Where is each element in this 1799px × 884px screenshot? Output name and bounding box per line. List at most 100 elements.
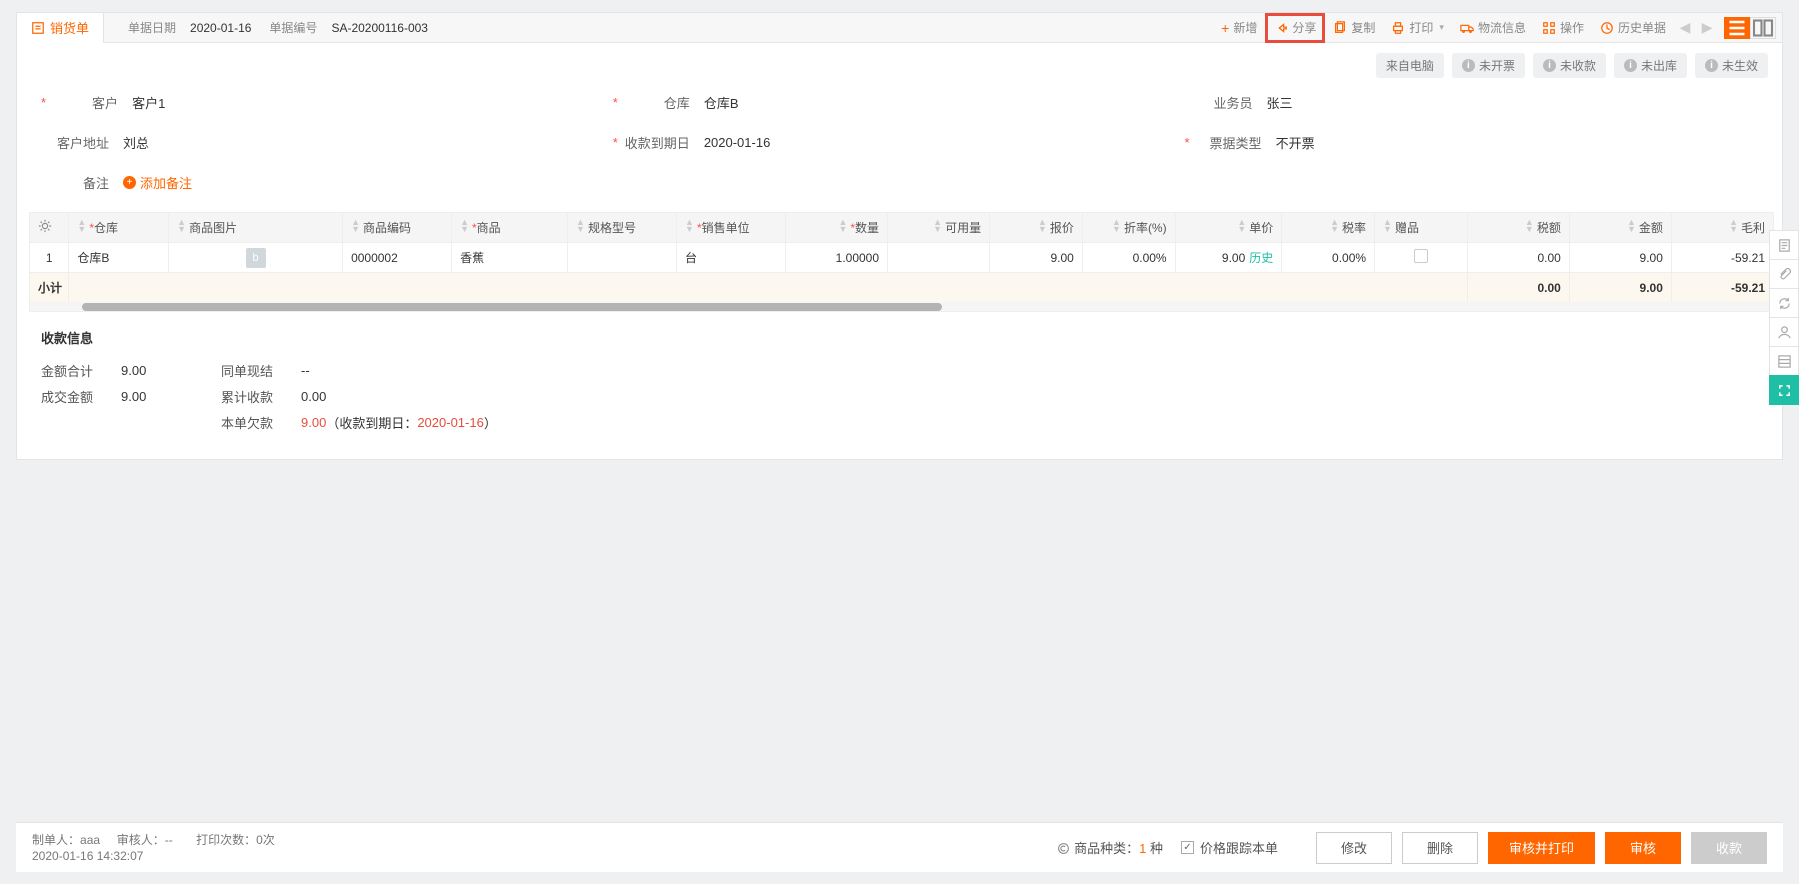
cell-amount[interactable]: 9.00 <box>1569 243 1671 273</box>
rail-user[interactable] <box>1769 317 1799 347</box>
cell-image[interactable]: b <box>169 243 343 273</box>
truck-icon <box>1460 21 1474 35</box>
row-index: 1 <box>30 243 69 273</box>
price-history-link[interactable]: 历史 <box>1249 251 1273 265</box>
rail-attach[interactable] <box>1769 259 1799 289</box>
print-button[interactable]: 打印 ▾ <box>1383 13 1452 43</box>
status-no-out: i未出库 <box>1614 53 1687 78</box>
view-card[interactable] <box>1750 17 1776 39</box>
history-button[interactable]: 历史单据 <box>1592 13 1674 43</box>
deal-amount: 成交金额9.00 <box>41 383 221 409</box>
refresh-icon <box>1777 296 1792 311</box>
doc-date: 2020-01-16 <box>190 21 251 35</box>
delete-button[interactable]: 删除 <box>1402 832 1478 864</box>
copy-button[interactable]: 复制 <box>1325 13 1383 43</box>
cell-taxamt[interactable]: 0.00 <box>1467 243 1569 273</box>
doc-no-label: 单据编号 <box>269 19 317 36</box>
top-actions: + 新增 分享 复制 打印 ▾ 物流信息 操作 <box>1213 13 1782 43</box>
prev-doc[interactable]: ◀ <box>1674 19 1696 36</box>
add-button[interactable]: + 新增 <box>1213 13 1265 43</box>
cell-unit[interactable]: 台 <box>677 243 786 273</box>
col-quote[interactable]: ▲▼报价 <box>990 213 1083 243</box>
cell-qty[interactable]: 1.00000 <box>786 243 888 273</box>
logistics-button[interactable]: 物流信息 <box>1452 13 1534 43</box>
col-warehouse[interactable]: ▲▼*仓库 <box>69 213 169 243</box>
rail-note[interactable] <box>1769 230 1799 260</box>
add-remark-button[interactable]: + 添加备注 <box>123 173 192 192</box>
rail-expand[interactable] <box>1769 375 1799 405</box>
cell-warehouse[interactable]: 仓库B <box>69 243 169 273</box>
view-list[interactable] <box>1724 17 1750 39</box>
rail-refresh[interactable] <box>1769 288 1799 318</box>
tab-sales-order[interactable]: 销货单 <box>17 13 104 43</box>
col-discount[interactable]: ▲▼折率(%) <box>1082 213 1175 243</box>
footer-info: 制单人：aaa 审核人：-- 打印次数：0次 2020-01-16 14:32:… <box>32 832 275 864</box>
field-invoice-type: *票据类型 不开票 <box>1185 122 1757 162</box>
cell-profit[interactable]: -59.21 <box>1671 243 1773 273</box>
info-icon: i <box>1705 59 1718 72</box>
customer-value[interactable]: 客户1 <box>132 93 165 112</box>
rail-list[interactable] <box>1769 346 1799 376</box>
horizontal-scrollbar[interactable] <box>29 302 1774 312</box>
next-doc[interactable]: ▶ <box>1696 19 1718 36</box>
subtotal-profit: -59.21 <box>1671 273 1773 303</box>
address-value[interactable]: 刘总 <box>123 133 149 152</box>
list-icon <box>1777 354 1792 369</box>
copy-icon <box>1333 21 1347 35</box>
header-form: *客户 客户1 *仓库 仓库B 业务员 张三 客户地址 刘总 *收款到期日 20… <box>17 78 1782 212</box>
kinds-label: 商品种类：1 种 <box>1057 838 1163 857</box>
col-profit[interactable]: ▲▼毛利 <box>1671 213 1773 243</box>
status-not-effective: i未生效 <box>1695 53 1768 78</box>
warehouse-value[interactable]: 仓库B <box>704 93 739 112</box>
cell-code[interactable]: 0000002 <box>343 243 452 273</box>
scrollbar-thumb[interactable] <box>82 303 942 311</box>
table-row[interactable]: 1 仓库B b 0000002 香蕉 台 1.00000 9.00 0.00% … <box>30 243 1774 273</box>
cell-discount[interactable]: 0.00% <box>1082 243 1175 273</box>
invoice-type-value[interactable]: 不开票 <box>1276 133 1315 152</box>
col-taxamt[interactable]: ▲▼税额 <box>1467 213 1569 243</box>
col-spec[interactable]: ▲▼规格型号 <box>568 213 677 243</box>
price-follow-checkbox[interactable]: ✓ 价格跟踪本单 <box>1181 838 1278 857</box>
info-icon: i <box>1462 59 1475 72</box>
col-gift[interactable]: ▲▼赠品 <box>1375 213 1468 243</box>
col-image[interactable]: ▲▼商品图片 <box>169 213 343 243</box>
status-row: 来自电脑 i未开票 i未收款 i未出库 i未生效 <box>17 43 1782 78</box>
tab-title: 销货单 <box>50 18 89 37</box>
top-bar: 销货单 单据日期 2020-01-16 单据编号 SA-20200116-003… <box>17 13 1782 43</box>
status-no-receipt: i未收款 <box>1533 53 1606 78</box>
view-toggle <box>1724 17 1776 39</box>
salesman-value[interactable]: 张三 <box>1267 93 1293 112</box>
note-icon <box>1777 238 1792 253</box>
audit-print-button[interactable]: 审核并打印 <box>1488 832 1595 864</box>
cell-price[interactable]: 9.00历史 <box>1175 243 1282 273</box>
total-amount: 金额合计9.00 <box>41 357 221 383</box>
gear-column[interactable] <box>30 213 69 243</box>
col-avail[interactable]: ▲▼可用量 <box>888 213 990 243</box>
plus-icon: + <box>1221 20 1229 36</box>
col-product[interactable]: ▲▼*商品 <box>452 213 568 243</box>
plus-circle-icon: + <box>123 176 136 189</box>
cell-gift[interactable] <box>1375 243 1468 273</box>
chevron-down-icon: ▾ <box>1439 22 1444 33</box>
subtotal-taxamt: 0.00 <box>1467 273 1569 303</box>
cell-quote[interactable]: 9.00 <box>990 243 1083 273</box>
gift-checkbox[interactable] <box>1414 249 1428 263</box>
col-qty[interactable]: ▲▼*数量 <box>786 213 888 243</box>
share-button[interactable]: 分享 <box>1265 13 1325 43</box>
cell-avail[interactable] <box>888 243 990 273</box>
sales-order-icon <box>31 21 45 35</box>
due-date-value[interactable]: 2020-01-16 <box>704 135 771 150</box>
cell-product[interactable]: 香蕉 <box>452 243 568 273</box>
ops-button[interactable]: 操作 <box>1534 13 1592 43</box>
cell-spec[interactable] <box>568 243 677 273</box>
col-tax[interactable]: ▲▼税率 <box>1282 213 1375 243</box>
status-no-invoice: i未开票 <box>1452 53 1525 78</box>
col-code[interactable]: ▲▼商品编码 <box>343 213 452 243</box>
audit-button[interactable]: 审核 <box>1605 832 1681 864</box>
col-amount[interactable]: ▲▼金额 <box>1569 213 1671 243</box>
cell-tax[interactable]: 0.00% <box>1282 243 1375 273</box>
col-unit[interactable]: ▲▼*销售单位 <box>677 213 786 243</box>
doc-date-label: 单据日期 <box>128 19 176 36</box>
edit-button[interactable]: 修改 <box>1316 832 1392 864</box>
col-price[interactable]: ▲▼单价 <box>1175 213 1282 243</box>
